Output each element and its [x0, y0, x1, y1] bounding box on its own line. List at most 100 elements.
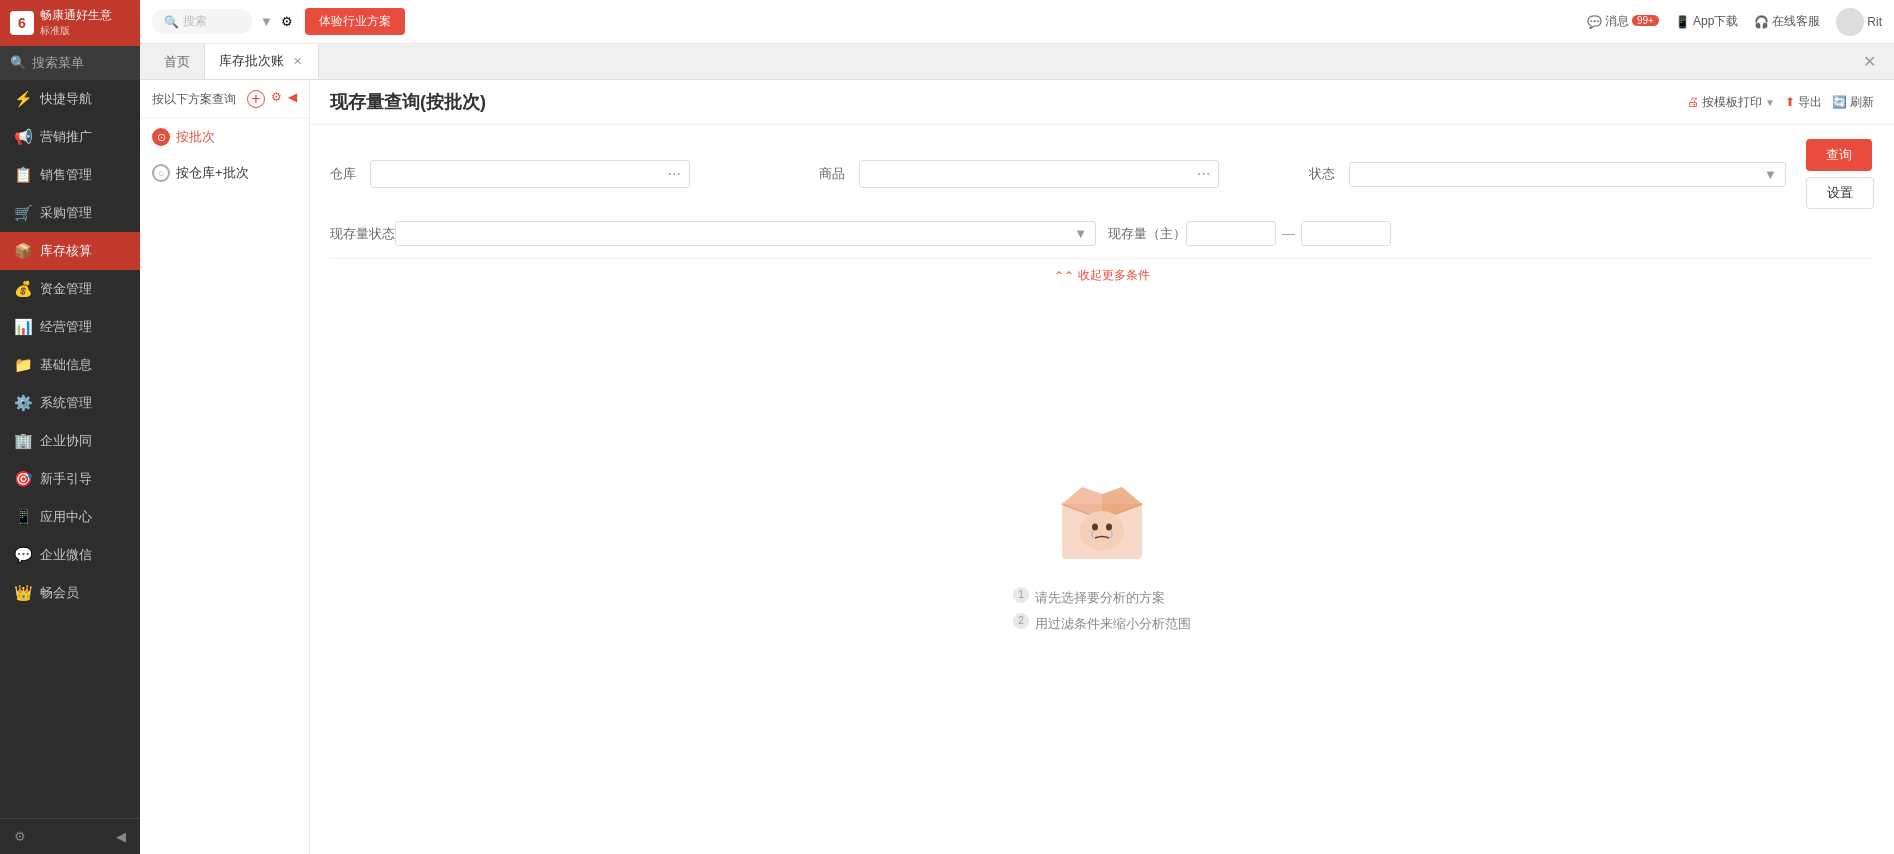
- experience-btn[interactable]: 体验行业方案: [305, 8, 405, 35]
- sidebar-item-label: 应用中心: [40, 508, 92, 526]
- filter-item-by-warehouse-batch[interactable]: ○ 按仓库+批次: [140, 155, 309, 191]
- sidebar-search-label: 搜索菜单: [32, 54, 84, 72]
- user-avatar: [1836, 8, 1864, 36]
- tip2-text: 用过滤条件来缩小分析范围: [1035, 611, 1191, 637]
- export-action[interactable]: ⬆ 导出: [1785, 94, 1822, 111]
- wechat-icon: 💬: [14, 546, 32, 564]
- print-dropdown-icon[interactable]: ▼: [1765, 97, 1775, 108]
- online-support-label: 在线客服: [1772, 13, 1820, 30]
- tip1-text: 请先选择要分析的方案: [1035, 585, 1165, 611]
- sidebar-item-label: 经营管理: [40, 318, 92, 336]
- filter-panel: 按以下方案查询 + ⚙ ◀ ⊙ 按批次 ○ 按仓库+批次: [140, 80, 310, 854]
- export-icon: ⬆: [1785, 95, 1795, 109]
- messages-action[interactable]: 💬 消息 99+: [1587, 13, 1659, 30]
- status-field: 状态 ▼: [1309, 162, 1786, 187]
- tab-close-icon[interactable]: ✕: [290, 54, 304, 68]
- app-download-action[interactable]: 📱 App下载: [1675, 13, 1738, 30]
- sidebar-item-quicknav[interactable]: ⚡ 快捷导航: [0, 80, 140, 118]
- stock-status-select[interactable]: ▼: [395, 221, 1096, 246]
- warehouse-label: 仓库: [330, 165, 370, 183]
- stock-qty-min-input[interactable]: [1186, 221, 1276, 246]
- product-dots[interactable]: ···: [1197, 165, 1210, 183]
- sidebar-item-system[interactable]: ⚙️ 系统管理: [0, 384, 140, 422]
- stock-qty-range: —: [1186, 221, 1391, 246]
- topbar: 🔍 搜索 ▼ ⚙ 体验行业方案 💬 消息 99+ 📱 App下载 🎧 在线客服 …: [140, 0, 1894, 44]
- refresh-label: 刷新: [1850, 94, 1874, 111]
- search-row-2: 现存量状态 ▼ 现存量（主） —: [330, 221, 1874, 246]
- system-icon: ⚙️: [14, 394, 32, 412]
- user-profile[interactable]: Rit: [1836, 8, 1882, 36]
- panel-close-button[interactable]: ✕: [1855, 52, 1884, 71]
- sidebar-item-enterprise[interactable]: 🏢 企业协同: [0, 422, 140, 460]
- app-title: 畅康通好生意: [40, 8, 112, 24]
- sidebar-item-member[interactable]: 👑 畅会员: [0, 574, 140, 612]
- sidebar-item-marketing[interactable]: 📢 营销推广: [0, 118, 140, 156]
- collapse-up-icon: ⌃⌃: [1054, 269, 1074, 283]
- filter-item-by-batch[interactable]: ⊙ 按批次: [140, 119, 309, 155]
- sidebar-settings-icon[interactable]: ⚙: [14, 829, 26, 844]
- sidebar-item-sales[interactable]: 📋 销售管理: [0, 156, 140, 194]
- stock-status-label: 现存量状态: [330, 225, 395, 243]
- qty-dash: —: [1282, 226, 1295, 241]
- finance-icon: 💰: [14, 280, 32, 298]
- warehouse-field: 仓库 ···: [330, 160, 807, 188]
- collapse-bar[interactable]: ⌃⌃ 收起更多条件: [330, 258, 1874, 292]
- product-label: 商品: [819, 165, 859, 183]
- filter-collapse-icon[interactable]: ◀: [288, 90, 297, 108]
- filter-header-actions: + ⚙ ◀: [247, 90, 297, 108]
- tabbar: 首页 库存批次账 ✕ ✕: [140, 44, 1894, 80]
- empty-tip-2: 2 用过滤条件来缩小分析范围: [1013, 611, 1191, 637]
- sidebar-item-operations[interactable]: 📊 经营管理: [0, 308, 140, 346]
- sidebar-item-wechat[interactable]: 💬 企业微信: [0, 536, 140, 574]
- sidebar-search[interactable]: 🔍 搜索菜单: [0, 46, 140, 80]
- stock-qty-max-input[interactable]: [1301, 221, 1391, 246]
- sidebar-item-label: 营销推广: [40, 128, 92, 146]
- member-icon: 👑: [14, 584, 32, 602]
- print-action[interactable]: 🖨 按模板打印 ▼: [1687, 94, 1775, 111]
- status-chevron-icon: ▼: [1764, 167, 1777, 182]
- empty-state: 1 请先选择要分析的方案 2 用过滤条件来缩小分析范围: [310, 292, 1894, 854]
- refresh-action[interactable]: 🔄 刷新: [1832, 94, 1874, 111]
- tab-batch-account-label: 库存批次账: [219, 52, 284, 70]
- filter-title: 按以下方案查询: [152, 91, 236, 108]
- topbar-dropdown-icon[interactable]: ▼: [260, 14, 273, 29]
- svg-point-1: [1080, 511, 1124, 551]
- topbar-search-box[interactable]: 🔍 搜索: [152, 9, 252, 34]
- sidebar-item-finance[interactable]: 💰 资金管理: [0, 270, 140, 308]
- product-field: 商品 ···: [819, 160, 1296, 188]
- username-label: Rit: [1867, 15, 1882, 29]
- sidebar-item-apps[interactable]: 📱 应用中心: [0, 498, 140, 536]
- newbie-icon: 🎯: [14, 470, 32, 488]
- headset-icon: 🎧: [1754, 15, 1769, 29]
- sidebar-item-basic[interactable]: 📁 基础信息: [0, 346, 140, 384]
- online-support-action[interactable]: 🎧 在线客服: [1754, 13, 1820, 30]
- basic-icon: 📁: [14, 356, 32, 374]
- product-input[interactable]: ···: [859, 160, 1219, 188]
- status-select[interactable]: ▼: [1349, 162, 1786, 187]
- stock-qty-field: 现存量（主） —: [1108, 221, 1874, 246]
- query-button[interactable]: 查询: [1806, 139, 1872, 171]
- warehouse-dots[interactable]: ···: [668, 165, 681, 183]
- sidebar-item-inventory[interactable]: 📦 库存核算: [0, 232, 140, 270]
- tip1-num: 1: [1013, 587, 1029, 603]
- operations-icon: 📊: [14, 318, 32, 336]
- sidebar-item-newbie[interactable]: 🎯 新手引导: [0, 460, 140, 498]
- warehouse-input[interactable]: ···: [370, 160, 690, 188]
- topbar-actions: 💬 消息 99+ 📱 App下载 🎧 在线客服 Rit: [1587, 8, 1882, 36]
- tab-batch-account[interactable]: 库存批次账 ✕: [205, 44, 319, 79]
- empty-tip-1: 1 请先选择要分析的方案: [1013, 585, 1191, 611]
- sidebar-item-purchase[interactable]: 🛒 采购管理: [0, 194, 140, 232]
- app-subtitle: 标准版: [40, 24, 112, 38]
- filter-settings-icon[interactable]: ⚙: [271, 90, 282, 108]
- sidebar-collapse-icon[interactable]: ◀: [116, 829, 126, 844]
- search-icon: 🔍: [10, 55, 26, 70]
- svg-point-3: [1106, 524, 1112, 531]
- sidebar-item-label: 库存核算: [40, 242, 92, 260]
- sidebar: 6 畅康通好生意 标准版 🔍 搜索菜单 ⚡ 快捷导航 📢 营销推广 📋 销售管理…: [0, 0, 140, 854]
- settings-button[interactable]: 设置: [1806, 177, 1874, 209]
- sidebar-item-label: 采购管理: [40, 204, 92, 222]
- quicknav-icon: ⚡: [14, 90, 32, 108]
- tab-home[interactable]: 首页: [150, 44, 205, 79]
- topbar-settings-icon[interactable]: ⚙: [281, 14, 293, 29]
- filter-add-icon[interactable]: +: [247, 90, 265, 108]
